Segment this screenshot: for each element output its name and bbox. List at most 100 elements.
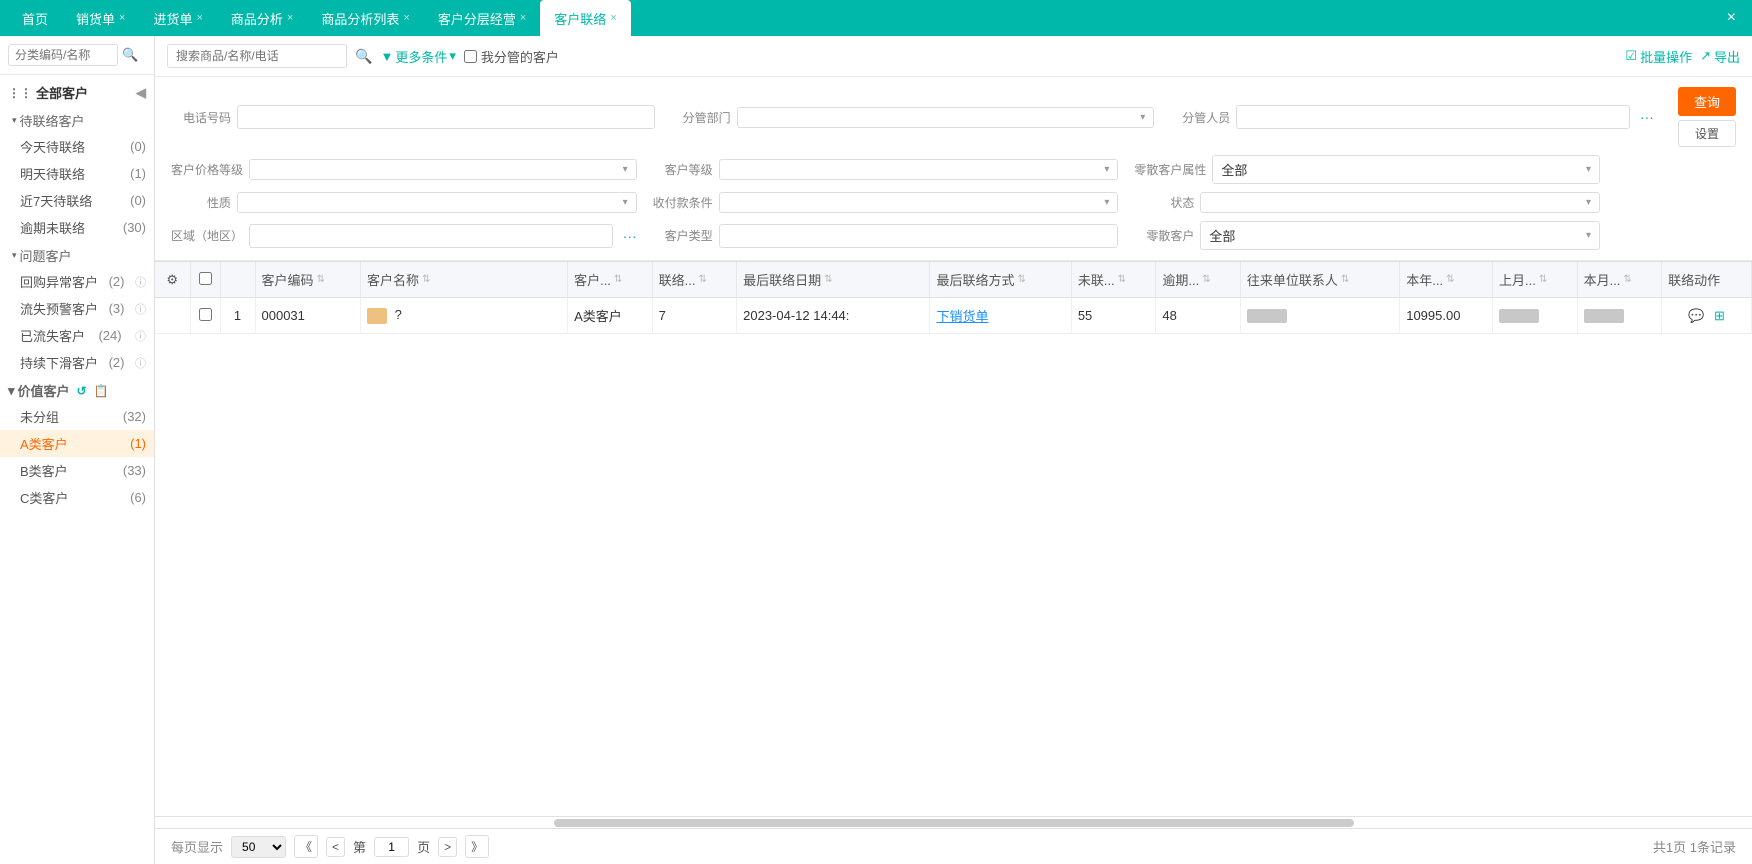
sort-name-icon[interactable]: ⇅ [422,274,430,285]
close-customer-tier-tab[interactable]: × [520,12,526,24]
sort-last-month-icon[interactable]: ⇅ [1539,274,1547,285]
sidebar-item-7days-contact[interactable]: 近7天待联络 (0) [0,187,154,214]
col-unit-contact[interactable]: 往来单位联系人 ⇅ [1240,262,1399,298]
close-customer-contact-tab[interactable]: × [610,12,616,24]
manager-input[interactable] [1236,105,1630,129]
dept-select[interactable]: ▾ [737,107,1155,128]
customer-type-input[interactable] [719,224,1119,248]
retail-attr-select[interactable]: 全部 ▾ [1212,155,1600,184]
close-sales-tab[interactable]: × [119,12,125,24]
retail-customer-select[interactable]: 全部 ▾ [1200,221,1600,250]
status-select[interactable]: ▾ [1200,192,1600,213]
payment-select[interactable]: ▾ [719,192,1119,213]
search-input[interactable] [167,44,347,68]
phone-input[interactable] [237,105,655,129]
query-button[interactable]: 查询 [1678,87,1736,116]
nav-customer-tier[interactable]: 客户分层经营 × [424,0,540,36]
last-page-btn[interactable]: 》 [465,835,489,858]
sidebar-item-class-c[interactable]: C类客户 (6) [0,484,154,511]
my-customers-checkbox[interactable] [464,50,477,63]
col-settings[interactable]: ⚙ [155,262,190,298]
sort-last-date-icon[interactable]: ⇅ [824,274,832,285]
col-last-month[interactable]: 上月... ⇅ [1493,262,1578,298]
customer-level-select[interactable]: ▾ [719,159,1119,180]
sidebar-search-input[interactable] [8,44,118,66]
region-input[interactable] [249,224,613,248]
col-overdue[interactable]: 逾期... ⇅ [1156,262,1241,298]
col-name[interactable]: 客户名称 ⇅ [360,262,567,298]
nav-product-analysis-list[interactable]: 商品分析列表 × [307,0,423,36]
sort-contact-icon[interactable]: ⇅ [698,274,706,285]
nav-customer-contact[interactable]: 客户联络 × [540,0,630,36]
sort-unit-contact-icon[interactable]: ⇅ [1341,274,1349,285]
close-all-tabs[interactable]: × [1719,5,1744,31]
next-page-btn[interactable]: > [438,837,457,857]
sidebar-item-overdue-contact[interactable]: 逾期未联络 (30) [0,214,154,241]
region-dots[interactable]: ··· [623,228,637,244]
content-area: 🔍 ▼ 更多条件 ▾ 我分管的客户 ☑ 批量操作 ↗ 导出 [155,36,1752,864]
sidebar-item-tomorrow-contact[interactable]: 明天待联络 (1) [0,160,154,187]
sidebar-search-icon[interactable]: 🔍 [122,47,138,63]
my-customers-checkbox-label[interactable]: 我分管的客户 [464,47,559,66]
col-last-way[interactable]: 最后联络方式 ⇅ [930,262,1071,298]
sidebar-item-today-contact[interactable]: 今天待联络 (0) [0,133,154,160]
sort-code-icon[interactable]: ⇅ [317,274,325,285]
more-conditions-btn[interactable]: ▼ 更多条件 ▾ [380,47,455,66]
filter-region: 区域（地区） ··· [171,224,637,248]
export-btn[interactable]: ↗ 导出 [1700,47,1740,66]
setting-button[interactable]: 设置 [1678,120,1736,147]
sort-overdue-icon[interactable]: ⇅ [1202,274,1210,285]
close-purchase-tab[interactable]: × [196,12,202,24]
sidebar-item-churned[interactable]: 已流失客户 (24) ⓘ [0,322,154,349]
batch-op-btn[interactable]: ☑ 批量操作 [1625,47,1692,66]
sidebar-item-unclassified[interactable]: 未分组 (32) [0,403,154,430]
sidebar-item-class-a[interactable]: A类客户 (1) [0,430,154,457]
price-level-arrow: ▾ [623,164,628,175]
nav-home[interactable]: 首页 [8,0,62,36]
refresh-icon[interactable]: ↺ [77,384,87,398]
sort-type-icon[interactable]: ⇅ [614,274,622,285]
sort-last-way-icon[interactable]: ⇅ [1017,274,1025,285]
col-select-all[interactable] [190,262,220,298]
sidebar-collapse-icon[interactable]: ◀ [136,85,146,101]
close-product-analysis-tab[interactable]: × [287,12,293,24]
qr-icon[interactable]: ⊞ [1714,308,1725,323]
sort-no-contact-icon[interactable]: ⇅ [1118,274,1126,285]
filter-search-icon[interactable]: 🔍 [355,48,372,65]
pagination-toolbar: 每页显示 50 100 200 《 < 第 页 > 》 共1页 1条记录 [155,828,1752,864]
nav-purchase[interactable]: 进货单 × [139,0,216,36]
name-text: ? [395,307,402,322]
cell-last-way[interactable]: 下销货单 [930,298,1071,334]
last-way-link[interactable]: 下销货单 [936,309,988,324]
prev-page-btn[interactable]: < [326,837,345,857]
add-group-icon[interactable]: 📋 [94,384,109,398]
scroll-thumb[interactable] [554,819,1354,827]
price-level-select[interactable]: ▾ [249,159,637,180]
sidebar-item-declining[interactable]: 持续下滑客户 (2) ⓘ [0,349,154,376]
nav-product-analysis[interactable]: 商品分析 × [217,0,307,36]
close-product-analysis-list-tab[interactable]: × [403,12,409,24]
sidebar-item-repurchase-abnormal[interactable]: 回购异常客户 (2) ⓘ [0,268,154,295]
row-checkbox[interactable] [199,308,212,321]
nature-select[interactable]: ▾ [237,192,637,213]
cell-checkbox[interactable] [190,298,220,334]
first-page-btn[interactable]: 《 [294,835,318,858]
manager-dots[interactable]: ··· [1640,109,1654,125]
col-last-date[interactable]: 最后联络日期 ⇅ [737,262,930,298]
page-size-select[interactable]: 50 100 200 [231,836,286,858]
nav-sales[interactable]: 销货单 × [62,0,139,36]
col-no-contact[interactable]: 未联... ⇅ [1071,262,1156,298]
chat-icon[interactable]: 💬 [1688,308,1704,323]
select-all-checkbox[interactable] [199,272,212,285]
col-contact[interactable]: 联络... ⇅ [652,262,737,298]
col-code[interactable]: 客户编码 ⇅ [255,262,360,298]
page-input[interactable] [374,837,409,857]
sidebar-item-class-b[interactable]: B类客户 (33) [0,457,154,484]
settings-icon[interactable]: ⚙ [166,272,178,287]
col-this-month[interactable]: 本月... ⇅ [1577,262,1662,298]
sort-this-month-icon[interactable]: ⇅ [1623,274,1631,285]
sort-this-year-icon[interactable]: ⇅ [1446,274,1454,285]
col-type[interactable]: 客户... ⇅ [568,262,653,298]
sidebar-item-churn-warning[interactable]: 流失预警客户 (3) ⓘ [0,295,154,322]
col-this-year[interactable]: 本年... ⇅ [1400,262,1493,298]
